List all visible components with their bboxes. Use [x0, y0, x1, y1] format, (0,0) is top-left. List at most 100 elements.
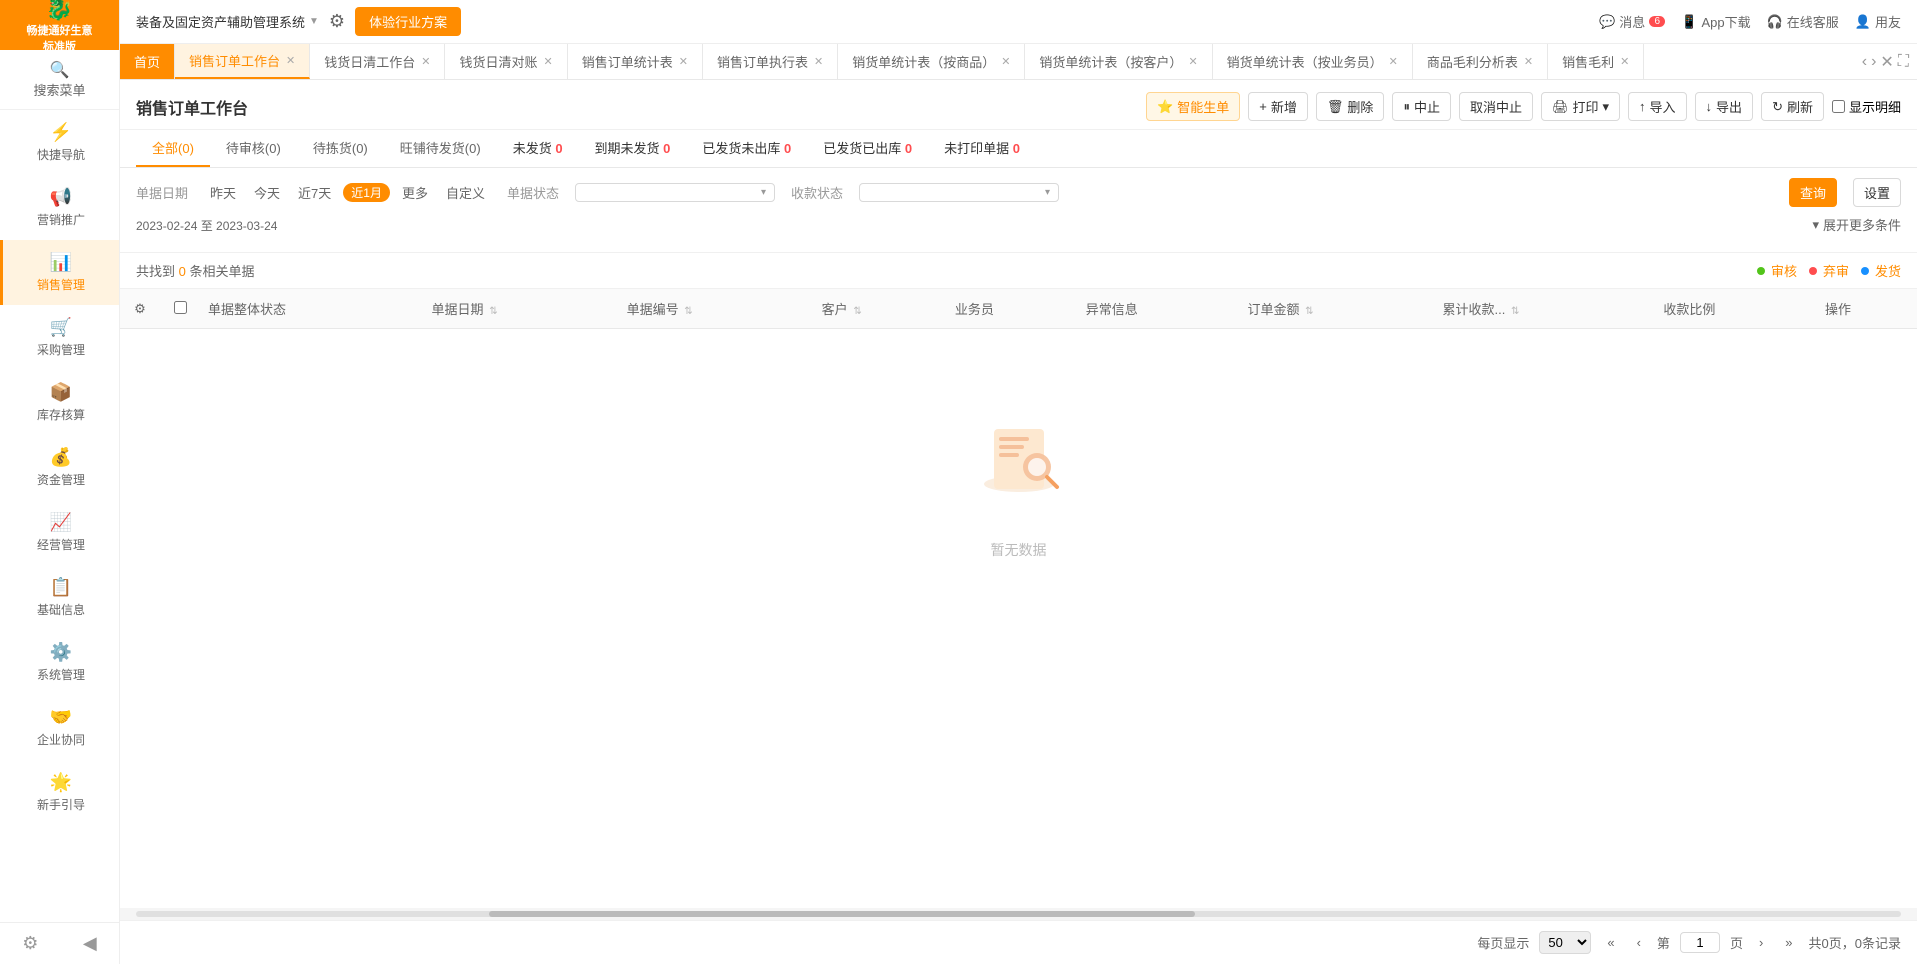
import-icon: ↑: [1639, 99, 1646, 114]
th-checkbox[interactable]: [160, 289, 200, 329]
sidebar-item-search[interactable]: 🔍 搜索菜单: [0, 50, 119, 110]
close-icon[interactable]: ✕: [814, 55, 823, 68]
close-icon[interactable]: ✕: [1188, 55, 1197, 68]
payment-filter-select[interactable]: ▾: [859, 183, 1059, 202]
sidebar-item-operation[interactable]: 📈 经营管理: [0, 500, 119, 565]
tab-sales-workbench[interactable]: 销售订单工作台 ✕: [175, 44, 310, 79]
select-all-checkbox[interactable]: [174, 301, 187, 314]
online-service-item[interactable]: 🎧 在线客服: [1767, 12, 1839, 31]
tab-sales-stat-product[interactable]: 销货单统计表（按商品） ✕: [838, 44, 1025, 79]
status-filter-select[interactable]: ▾: [575, 183, 775, 202]
ship-action[interactable]: 发货: [1861, 261, 1901, 280]
collapse-icon[interactable]: ◀: [83, 933, 97, 954]
subtab-pending-delivery[interactable]: 待拣货(0): [297, 130, 384, 167]
app-download-item[interactable]: 📱 App下载: [1681, 12, 1750, 31]
settings-filter-btn[interactable]: 设置: [1853, 178, 1901, 207]
cancel-stop-btn[interactable]: 取消中止: [1459, 92, 1533, 121]
date-btn-more[interactable]: 更多: [396, 181, 434, 204]
sidebar-item-marketing[interactable]: 📢 营销推广: [0, 175, 119, 240]
page-last-icon[interactable]: »: [1779, 933, 1798, 952]
tab-sales-exec[interactable]: 销售订单执行表 ✕: [703, 44, 838, 79]
expand-filter-btn[interactable]: ▾ 展开更多条件: [1812, 215, 1901, 234]
subtab-wangpu[interactable]: 旺铺待发货(0): [384, 130, 497, 167]
horizontal-scrollbar[interactable]: [120, 908, 1917, 920]
refresh-btn[interactable]: ↻ 刷新: [1761, 92, 1824, 121]
print-btn[interactable]: 🖨 打印 ▾: [1541, 92, 1620, 121]
show-detail-checkbox[interactable]: [1832, 100, 1845, 113]
show-detail-label[interactable]: 显示明细: [1832, 97, 1901, 116]
tab-sales-profit[interactable]: 销售毛利 ✕: [1548, 44, 1644, 79]
stop-btn[interactable]: ⏸ 中止: [1392, 92, 1451, 121]
page-size-select[interactable]: 50 10 20 100: [1539, 931, 1591, 954]
close-icon[interactable]: ✕: [679, 55, 688, 68]
sidebar-item-quick[interactable]: ⚡ 快捷导航: [0, 110, 119, 175]
page-next-icon[interactable]: ›: [1753, 933, 1769, 952]
th-amount[interactable]: 订单金额 ⇅: [1239, 289, 1434, 329]
sidebar-item-label: 基础信息: [37, 601, 85, 618]
sidebar-item-purchase[interactable]: 🛒 采购管理: [0, 305, 119, 370]
tab-product-margin[interactable]: 商品毛利分析表 ✕: [1413, 44, 1548, 79]
system-title-dropdown[interactable]: 装备及固定资产辅助管理系统 ▼: [136, 12, 319, 31]
settings-icon[interactable]: ⚙: [22, 933, 38, 954]
tab-label: 销售订单执行表: [717, 52, 808, 71]
audit-action[interactable]: 审核: [1757, 261, 1797, 280]
tab-sales-stat-customer[interactable]: 销货单统计表（按客户） ✕: [1025, 44, 1212, 79]
tab-cash-daily[interactable]: 钱货日清工作台 ✕: [310, 44, 445, 79]
topbar-settings-icon[interactable]: ⚙: [329, 11, 345, 32]
sidebar-item-system[interactable]: ⚙️ 系统管理: [0, 630, 119, 695]
close-icon[interactable]: ✕: [421, 55, 430, 68]
tab-prev-icon[interactable]: ‹: [1862, 53, 1867, 71]
tab-expand-icon[interactable]: ⛶: [1898, 53, 1909, 71]
tab-close-all-icon[interactable]: ✕: [1880, 52, 1893, 72]
close-icon[interactable]: ✕: [1389, 55, 1398, 68]
message-item[interactable]: 💬 消息 6: [1599, 12, 1665, 31]
subtab-overdue[interactable]: 到期未发货 0: [579, 130, 687, 167]
date-btn-today[interactable]: 今天: [248, 181, 286, 204]
sidebar-item-inventory[interactable]: 📦 库存核算: [0, 370, 119, 435]
import-btn[interactable]: ↑ 导入: [1628, 92, 1687, 121]
sidebar-item-basic[interactable]: 📋 基础信息: [0, 565, 119, 630]
date-btn-1month[interactable]: 近1月: [343, 183, 390, 202]
tab-sales-stat[interactable]: 销售订单统计表 ✕: [568, 44, 703, 79]
search-btn[interactable]: 查询: [1789, 178, 1837, 207]
close-icon[interactable]: ✕: [544, 55, 553, 68]
delete-btn[interactable]: 🗑 删除: [1316, 92, 1385, 121]
sidebar-item-coop[interactable]: 🤝 企业协同: [0, 695, 119, 760]
sidebar-item-sales[interactable]: 📊 销售管理: [0, 240, 119, 305]
close-icon[interactable]: ✕: [286, 54, 295, 67]
scrollbar-thumb[interactable]: [489, 911, 1195, 917]
th-customer[interactable]: 客户 ⇅: [814, 289, 947, 329]
date-btn-7days[interactable]: 近7天: [292, 181, 337, 204]
close-icon[interactable]: ✕: [1001, 55, 1010, 68]
page-prev-icon[interactable]: ‹: [1631, 933, 1647, 952]
subtab-all[interactable]: 全部(0): [136, 130, 210, 167]
tab-cash-reconcile[interactable]: 钱货日清对账 ✕: [445, 44, 567, 79]
close-icon[interactable]: ✕: [1620, 55, 1629, 68]
sidebar-item-finance[interactable]: 💰 资金管理: [0, 435, 119, 500]
th-settings[interactable]: ⚙: [120, 289, 160, 329]
smart-create-btn[interactable]: ⭐ 智能生单: [1146, 92, 1240, 121]
th-date[interactable]: 单据日期 ⇅: [424, 289, 619, 329]
page-first-icon[interactable]: «: [1601, 933, 1620, 952]
th-collected[interactable]: 累计收款... ⇅: [1435, 289, 1656, 329]
tab-sales-stat-salesman[interactable]: 销货单统计表（按业务员） ✕: [1213, 44, 1413, 79]
experience-btn[interactable]: 体验行业方案: [355, 7, 461, 36]
user-item[interactable]: 👤 用友: [1855, 12, 1901, 31]
sidebar-item-guide[interactable]: 🌟 新手引导: [0, 760, 119, 825]
cancel-audit-action[interactable]: 弃审: [1809, 261, 1849, 280]
subtab-shipped-not-in[interactable]: 已发货未出库 0: [686, 130, 807, 167]
subtab-pending-review[interactable]: 待审核(0): [210, 130, 297, 167]
add-btn[interactable]: + 新增: [1248, 92, 1308, 121]
export-btn[interactable]: ↓ 导出: [1695, 92, 1754, 121]
subtab-not-printed[interactable]: 未打印单据 0: [928, 130, 1036, 167]
th-number[interactable]: 单据编号 ⇅: [619, 289, 814, 329]
tab-next-icon[interactable]: ›: [1871, 53, 1876, 71]
date-btn-custom[interactable]: 自定义: [440, 181, 491, 204]
subtab-not-shipped[interactable]: 未发货 0: [497, 130, 579, 167]
tab-home[interactable]: 首页: [120, 44, 175, 79]
chevron-down-icon: ▼: [309, 16, 319, 27]
page-input[interactable]: [1680, 932, 1720, 953]
subtab-shipped-out[interactable]: 已发货已出库 0: [807, 130, 928, 167]
close-icon[interactable]: ✕: [1524, 55, 1533, 68]
date-btn-yesterday[interactable]: 昨天: [204, 181, 242, 204]
